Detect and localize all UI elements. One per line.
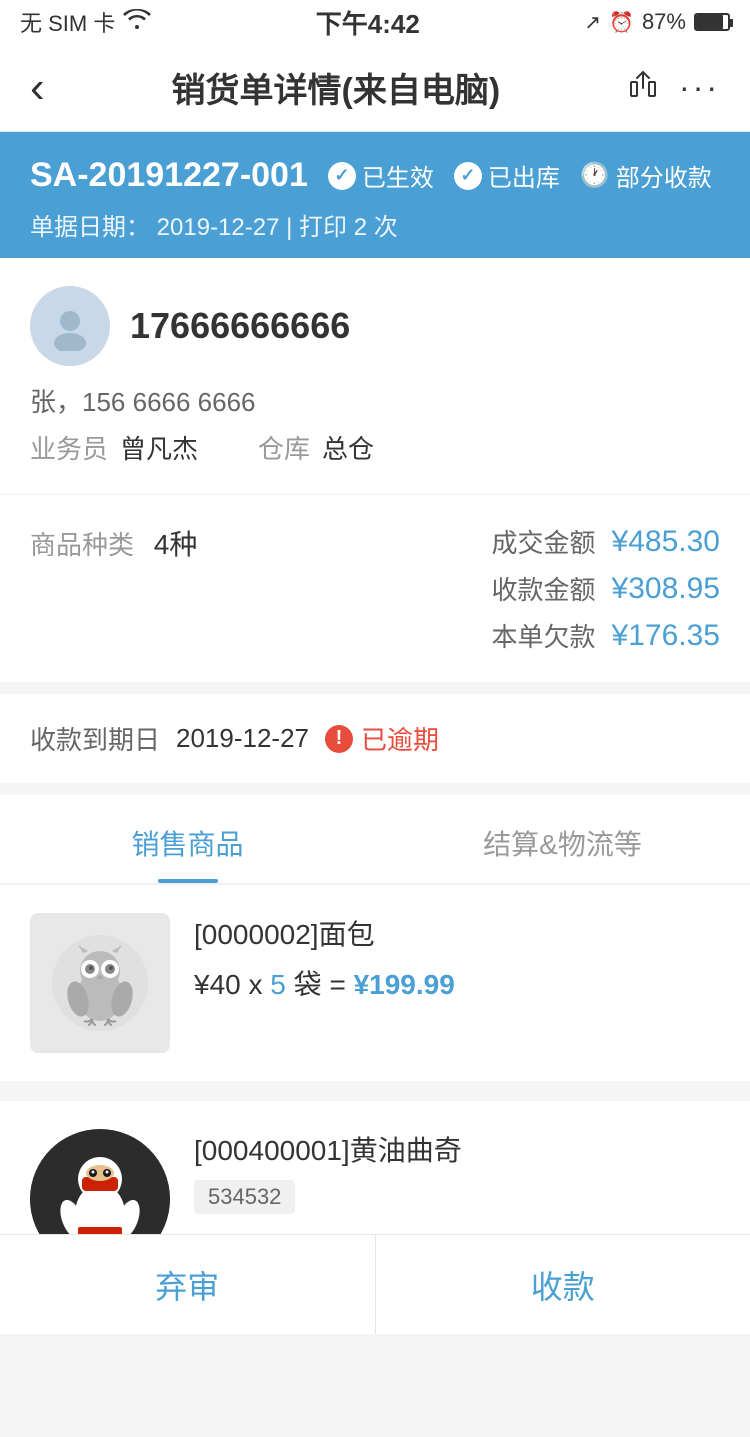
overdue-text: 已逾期 [361, 720, 439, 757]
tab-settlement-label: 结算&物流等 [483, 829, 642, 860]
collect-label: 收款 [531, 1262, 595, 1308]
product-type-label: 商品种类 [30, 530, 134, 560]
check-icon-1: ✓ [328, 162, 356, 190]
customer-section: 17666666666 张，156 6666 6666 业务员 曾凡杰 仓库 总… [0, 258, 750, 495]
status-left: 无 SIM 卡 [20, 6, 151, 38]
print-suffix: 次 [374, 214, 398, 241]
clock-icon: 🕐 [580, 161, 610, 190]
debt-amount: ¥176.35 [612, 619, 720, 653]
multiply-sign-1: x [249, 969, 271, 1000]
header-banner: SA-20191227-001 ✓ 已生效 ✓ 已出库 🕐 部分收款 单据日期：… [0, 132, 750, 258]
product-image-1 [30, 913, 170, 1053]
summary-section: 商品种类 4种 成交金额 ¥485.30 收款金额 ¥308.95 本单欠款 ¥… [0, 495, 750, 694]
status-right: ↗ ⏰ 87% [584, 9, 730, 35]
status-badge-effected: ✓ 已生效 [328, 158, 434, 193]
warehouse-value: 总仓 [322, 429, 374, 466]
warehouse-label: 仓库 [258, 429, 310, 466]
avatar [30, 286, 110, 366]
deal-amount: ¥485.30 [612, 525, 720, 559]
tab-settlement[interactable]: 结算&物流等 [375, 795, 750, 883]
tabs-section: 销售商品 结算&物流等 [0, 795, 750, 885]
reject-label: 弃审 [155, 1262, 219, 1308]
salesperson-item: 业务员 曾凡杰 [30, 429, 198, 466]
summary-right: 成交金额 ¥485.30 收款金额 ¥308.95 本单欠款 ¥176.35 [492, 523, 720, 654]
deal-label: 成交金额 [492, 523, 596, 560]
overdue-section: 收款到期日 2019-12-27 ! 已逾期 [0, 694, 750, 795]
order-id: SA-20191227-001 [30, 156, 308, 195]
page-title: 销货单详情(来自电脑) [172, 63, 501, 112]
unit-price-1: ¥40 [194, 969, 241, 1000]
collect-button[interactable]: 收款 [376, 1235, 750, 1334]
reject-button[interactable]: 弃审 [0, 1235, 376, 1334]
status-badge-partial: 🕐 部分收款 [580, 158, 712, 193]
overdue-badge: ! 已逾期 [325, 716, 439, 761]
status-time: 下午4:42 [316, 4, 420, 41]
status-bar: 无 SIM 卡 下午4:42 ↗ ⏰ 87% [0, 0, 750, 44]
tab-sales-products[interactable]: 销售商品 [0, 795, 375, 883]
more-icon[interactable]: ··· [679, 69, 720, 106]
status-badge-shipped: ✓ 已出库 [454, 158, 560, 193]
product-card-1: [0000002]面包 ¥40 x 5 袋 = ¥199.99 [0, 885, 750, 1081]
total-1: ¥199.99 [354, 969, 455, 1000]
product-tag-2: 534532 [194, 1180, 295, 1214]
alarm-icon: ⏰ [609, 10, 634, 35]
product-name-2: [000400001]黄油曲奇 [194, 1129, 720, 1169]
bottom-bar: 弃审 收款 [0, 1234, 750, 1334]
overdue-label: 收款到期日 [30, 720, 160, 757]
nav-left: ‹ [30, 63, 45, 113]
print-label: | 打印 [286, 214, 354, 241]
product-type-row: 商品种类 4种 [30, 523, 197, 563]
customer-id: 17666666666 [130, 305, 350, 347]
warehouse-item: 仓库 总仓 [258, 429, 374, 466]
deal-amount-row: 成交金额 ¥485.30 [492, 523, 720, 560]
equals-sign-1: = [329, 969, 353, 1000]
customer-sub-info: 张，156 6666 6666 [30, 382, 720, 419]
debt-label: 本单欠款 [492, 617, 596, 654]
check-icon-2: ✓ [454, 162, 482, 190]
location-icon: ↗ [584, 10, 601, 35]
status-shipped-label: 已出库 [488, 158, 560, 193]
product-type-value: 4种 [154, 529, 198, 560]
share-icon[interactable] [627, 68, 659, 108]
product-name-1: [0000002]面包 [194, 913, 720, 953]
overdue-dot-icon: ! [325, 725, 353, 753]
order-date-row: 单据日期： 2019-12-27 | 打印 2 次 [30, 207, 720, 242]
overdue-date: 2019-12-27 [176, 723, 309, 754]
debt-amount-row: 本单欠款 ¥176.35 [492, 617, 720, 654]
date-label: 单据日期： [30, 214, 150, 241]
tab-sales-label: 销售商品 [131, 829, 243, 860]
customer-meta: 业务员 曾凡杰 仓库 总仓 [30, 429, 720, 466]
qty-1: 5 [270, 969, 286, 1000]
wifi-icon [123, 9, 151, 35]
receipt-label: 收款金额 [492, 570, 596, 607]
nav-bar: ‹ 销货单详情(来自电脑) ··· [0, 44, 750, 132]
sim-label: 无 SIM 卡 [20, 6, 115, 38]
status-partial-label: 部分收款 [616, 158, 712, 193]
back-button[interactable]: ‹ [30, 63, 45, 113]
salesperson-value: 曾凡杰 [120, 429, 198, 466]
summary-left: 商品种类 4种 [30, 523, 197, 563]
battery-icon [694, 13, 730, 31]
battery-label: 87% [642, 9, 686, 35]
unit-1: 袋 [294, 969, 322, 1000]
product-price-1: ¥40 x 5 袋 = ¥199.99 [194, 963, 720, 1003]
status-effected-label: 已生效 [362, 158, 434, 193]
print-count: 2 [354, 214, 367, 241]
receipt-amount-row: 收款金额 ¥308.95 [492, 570, 720, 607]
nav-right: ··· [627, 68, 720, 108]
salesperson-label: 业务员 [30, 429, 108, 466]
receipt-amount: ¥308.95 [612, 572, 720, 606]
bottom-spacer [0, 1317, 750, 1437]
product-info-1: [0000002]面包 ¥40 x 5 袋 = ¥199.99 [194, 913, 720, 1003]
order-date: 2019-12-27 [157, 214, 280, 241]
